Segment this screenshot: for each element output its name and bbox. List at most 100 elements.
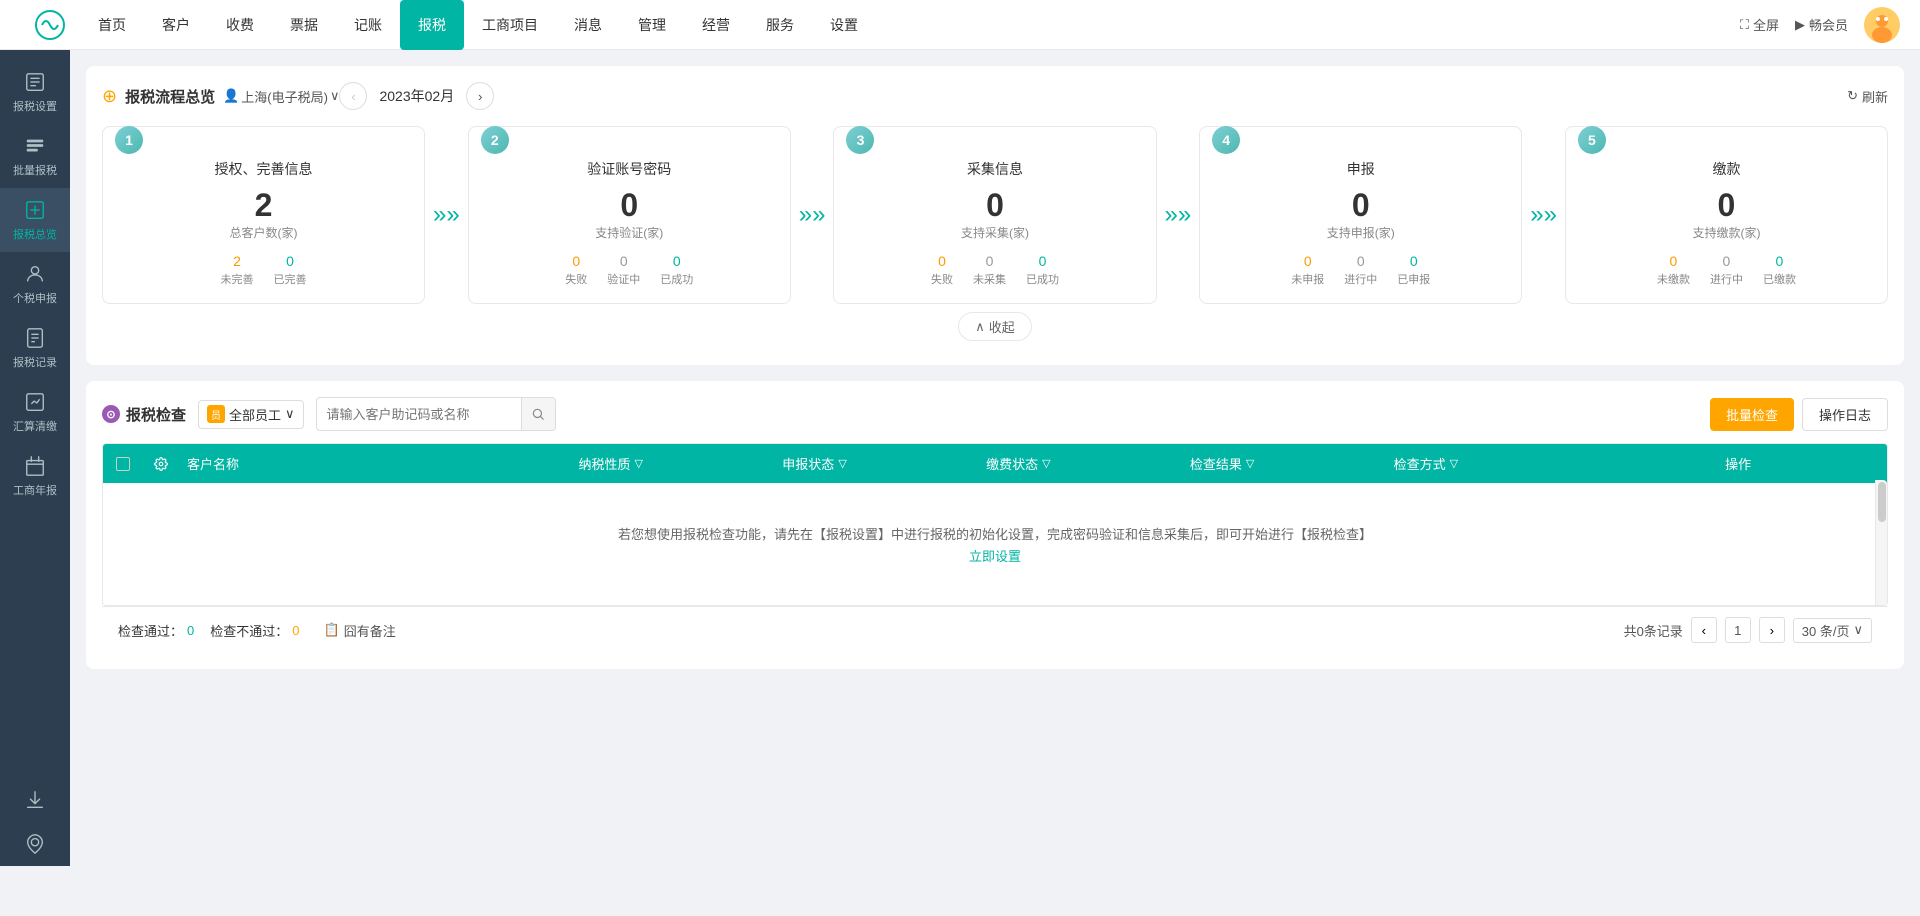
location-icon xyxy=(23,832,47,856)
stat-item: 2 未完善 xyxy=(221,253,254,287)
nav-invoice[interactable]: 票据 xyxy=(272,0,336,50)
th-tax-nature: 纳税性质 ▽ xyxy=(571,444,775,483)
stat-label: 已成功 xyxy=(1026,271,1059,287)
gear-icon xyxy=(154,457,168,471)
nav-fee[interactable]: 收费 xyxy=(208,0,272,50)
step-subtitle-1: 总客户数(家) xyxy=(119,224,408,241)
stat-label: 已成功 xyxy=(660,271,693,287)
filter-icon: ▽ xyxy=(1042,457,1050,470)
download-icon xyxy=(23,788,47,812)
staff-filter-dropdown[interactable]: 员 全部员工 ∨ xyxy=(198,400,304,429)
sidebar-item-business-annual[interactable]: 工商年报 xyxy=(0,444,70,508)
per-page-selector[interactable]: 30 条/页 ∨ xyxy=(1793,618,1872,643)
refresh-button[interactable]: ↻ 刷新 xyxy=(1847,87,1888,106)
sidebar-item-tax-settings[interactable]: 报税设置 xyxy=(0,60,70,124)
next-month-button[interactable]: › xyxy=(466,82,494,110)
plus-circle-icon: ⊕ xyxy=(102,86,117,107)
stat-label: 进行中 xyxy=(1710,271,1743,287)
stat-num: 2 xyxy=(233,253,241,269)
step-number-5: 5 xyxy=(1578,126,1606,154)
sidebar-item-download[interactable] xyxy=(0,778,70,822)
note-icon: 📋 xyxy=(324,622,340,638)
nav-tax[interactable]: 报税 xyxy=(400,0,464,50)
nav-message[interactable]: 消息 xyxy=(556,0,620,50)
step-title-3: 采集信息 xyxy=(850,159,1139,179)
empty-text: 若您想使用报税检查功能，请先在【报税设置】中进行报税的初始化设置，完成密码验证和… xyxy=(618,523,1372,546)
member-button[interactable]: ▶ 畅会员 xyxy=(1795,15,1848,34)
stat-item: 0 已成功 xyxy=(660,253,693,287)
nav-service[interactable]: 服务 xyxy=(748,0,812,50)
pass-stat: 检查通过： 0 xyxy=(118,621,194,640)
filter-icon: ▽ xyxy=(635,457,643,470)
th-customer-name: 客户名称 xyxy=(179,444,571,483)
select-all-checkbox[interactable] xyxy=(116,457,130,471)
process-step-5: 5 缴款 0 支持缴款(家) 0 未缴款 0 进行中 0 已缴款 xyxy=(1565,126,1888,304)
nav-operation[interactable]: 经营 xyxy=(684,0,748,50)
sidebar-item-annual-tax[interactable]: 汇算清缴 xyxy=(0,380,70,444)
step-subtitle-5: 支持缴款(家) xyxy=(1582,224,1871,241)
stat-num: 0 xyxy=(1410,253,1418,269)
step-arrow-1: »» xyxy=(425,126,468,304)
sidebar-item-tax-overview[interactable]: 报税总览 xyxy=(0,188,70,252)
tax-overview-icon xyxy=(23,198,47,222)
location-person-icon: 👤 xyxy=(223,88,239,104)
stat-label: 未完善 xyxy=(221,271,254,287)
sidebar-item-personal-tax[interactable]: 个税申报 xyxy=(0,252,70,316)
fullscreen-icon: ⛶ xyxy=(1740,17,1749,33)
sidebar-item-tax-record[interactable]: 报税记录 xyxy=(0,316,70,380)
table-body-empty: 若您想使用报税检查功能，请先在【报税设置】中进行报税的初始化设置，完成密码验证和… xyxy=(103,483,1887,605)
process-header: ⊕ 报税流程总览 👤 上海(电子税局) ∨ ‹ 2023年02月 › ↻ 刷新 xyxy=(102,82,1888,110)
month-navigation: ‹ 2023年02月 › xyxy=(339,82,494,110)
stat-item: 0 未申报 xyxy=(1291,253,1324,287)
process-step-2: 2 验证账号密码 0 支持验证(家) 0 失败 0 验证中 0 已成功 xyxy=(468,126,791,304)
batch-check-button[interactable]: 批量检查 xyxy=(1710,398,1794,431)
stat-num: 0 xyxy=(673,253,681,269)
nav-customer[interactable]: 客户 xyxy=(144,0,208,50)
next-page-button[interactable]: › xyxy=(1759,617,1785,643)
location-selector[interactable]: 👤 上海(电子税局) ∨ xyxy=(223,87,339,106)
step-title-2: 验证账号密码 xyxy=(485,159,774,179)
user-avatar[interactable] xyxy=(1864,7,1900,43)
nav-home[interactable]: 首页 xyxy=(80,0,144,50)
search-input[interactable] xyxy=(317,402,521,427)
prev-page-button[interactable]: ‹ xyxy=(1691,617,1717,643)
nav-business[interactable]: 工商项目 xyxy=(464,0,556,50)
step-arrow-3: »» xyxy=(1157,126,1200,304)
nav-manage[interactable]: 管理 xyxy=(620,0,684,50)
nav-settings[interactable]: 设置 xyxy=(812,0,876,50)
fullscreen-button[interactable]: ⛶ 全屏 xyxy=(1740,15,1779,34)
scroll-thumb xyxy=(1878,482,1886,522)
step-count-5: 0 xyxy=(1582,187,1871,224)
sidebar-item-location[interactable] xyxy=(0,822,70,866)
stat-label: 失败 xyxy=(931,271,953,287)
check-title: ⊙ 报税检查 xyxy=(102,404,186,425)
sidebar-label-tax-overview: 报税总览 xyxy=(13,226,57,242)
process-step-3: 3 采集信息 0 支持采集(家) 0 失败 0 未采集 0 已成功 xyxy=(833,126,1156,304)
footer-pagination: 共0条记录 ‹ 1 › 30 条/页 ∨ xyxy=(1624,617,1872,643)
step-title-4: 申报 xyxy=(1216,159,1505,179)
process-step-4: 4 申报 0 支持申报(家) 0 未申报 0 进行中 0 已申报 xyxy=(1199,126,1522,304)
stat-item: 0 已缴款 xyxy=(1763,253,1796,287)
main-content: ⊕ 报税流程总览 👤 上海(电子税局) ∨ ‹ 2023年02月 › ↻ 刷新 xyxy=(70,50,1920,866)
collapse-button[interactable]: ∧ 收起 xyxy=(958,312,1032,341)
tax-record-icon xyxy=(23,326,47,350)
prev-month-button[interactable]: ‹ xyxy=(339,82,367,110)
scrollbar[interactable] xyxy=(1875,480,1887,605)
operation-log-button[interactable]: 操作日志 xyxy=(1802,398,1888,431)
th-checkbox xyxy=(103,444,143,483)
search-button[interactable] xyxy=(521,398,555,430)
th-declare-status: 申报状态 ▽ xyxy=(774,444,978,483)
sidebar-item-batch-tax[interactable]: 批量报税 xyxy=(0,124,70,188)
step-stats-4: 0 未申报 0 进行中 0 已申报 xyxy=(1216,253,1505,287)
stat-num: 0 xyxy=(1039,253,1047,269)
stat-item: 0 已完善 xyxy=(274,253,307,287)
step-stats-1: 2 未完善 0 已完善 xyxy=(119,253,408,287)
refresh-icon: ↻ xyxy=(1847,88,1858,104)
step-arrow-4: »» xyxy=(1522,126,1565,304)
setup-link[interactable]: 立即设置 xyxy=(969,546,1021,565)
sidebar-label-tax-record: 报税记录 xyxy=(13,354,57,370)
nav-accounting[interactable]: 记账 xyxy=(336,0,400,50)
stat-item: 0 未采集 xyxy=(973,253,1006,287)
step-number-3: 3 xyxy=(846,126,874,154)
process-steps: 1 授权、完善信息 2 总客户数(家) 2 未完善 0 已完善 »» xyxy=(102,126,1888,304)
